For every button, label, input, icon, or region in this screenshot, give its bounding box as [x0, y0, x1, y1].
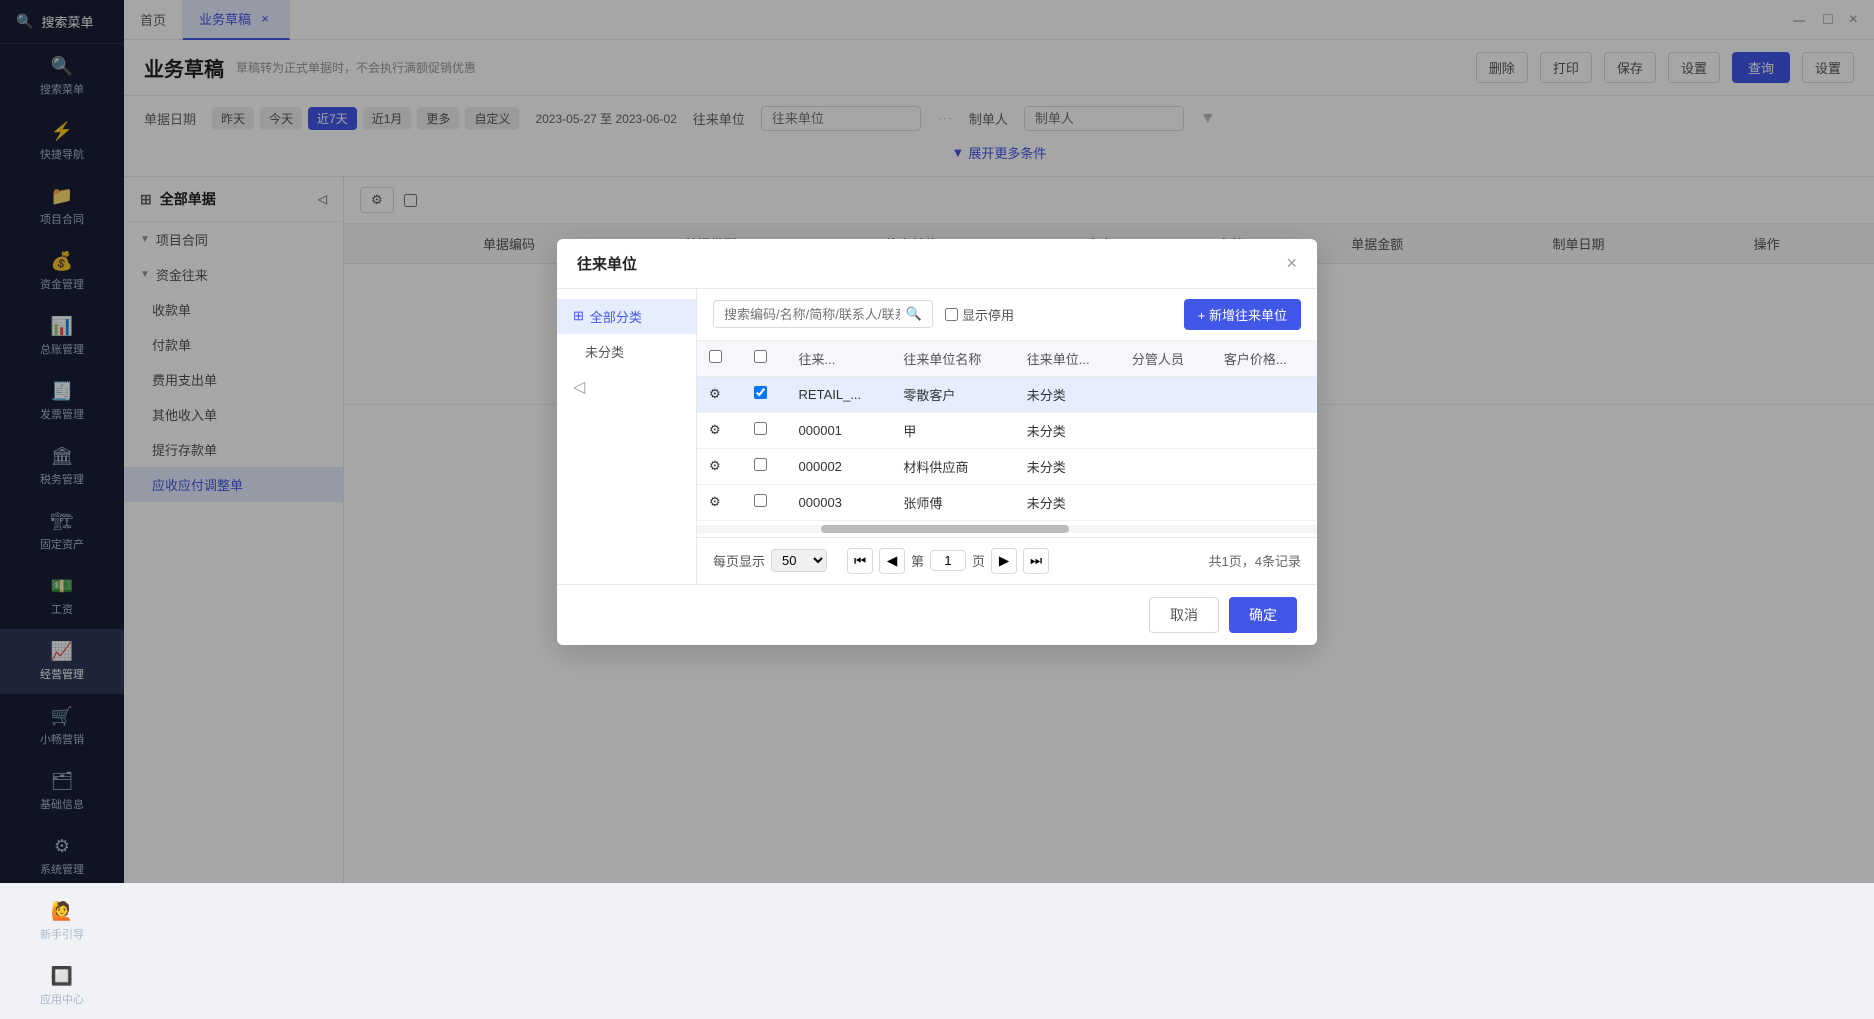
row-code: 000003 [787, 484, 892, 520]
sidebar-item-apps[interactable]: 🔲 应用中心 [0, 954, 124, 1019]
row-checkbox[interactable] [742, 376, 787, 412]
dialog-col-: 往来单位名称 [891, 341, 1014, 377]
show-disabled-label: 显示停用 [945, 305, 1014, 324]
pagination-controls: ⏮ ◀ 第 页 ▶ ⏭ [847, 548, 1049, 574]
row-category: 未分类 [1015, 448, 1120, 484]
counterpart-dialog: 往来单位 × ⊞ 全部分类 未分类 ◁ [557, 239, 1317, 645]
row-code: 000001 [787, 412, 892, 448]
next-page-btn[interactable]: ▶ [991, 548, 1017, 574]
dialog-col- [742, 341, 787, 377]
row-price [1212, 376, 1317, 412]
modal-overlay: 往来单位 × ⊞ 全部分类 未分类 ◁ [0, 0, 1874, 883]
total-records: 共1页，4条记录 [1209, 551, 1301, 570]
dialog-search-icon: 🔍 [906, 306, 922, 322]
row-category: 未分类 [1015, 376, 1120, 412]
row-category: 未分类 [1015, 484, 1120, 520]
row-checkbox[interactable] [742, 484, 787, 520]
dialog-main: 🔍 显示停用 + 新增往来单位 往来...往来单位名称往来单位...分管人员客户… [697, 289, 1317, 584]
per-page-label: 每页显示 [713, 551, 765, 570]
sidebar-item-label-guide: 新手引导 [40, 926, 84, 942]
row-category: 未分类 [1015, 412, 1120, 448]
dialog-header: 往来单位 × [557, 239, 1317, 289]
row-settings: ⚙ [697, 484, 742, 520]
dialog-col-: 分管人员 [1120, 341, 1212, 377]
dialog-table-row[interactable]: ⚙ 000003 张师傅 未分类 [697, 484, 1317, 520]
dialog-col- [697, 341, 742, 377]
row-code: RETAIL_... [787, 376, 892, 412]
dialog-title: 往来单位 [577, 253, 637, 274]
row-price [1212, 448, 1317, 484]
dialog-table-row[interactable]: ⚙ 000001 甲 未分类 [697, 412, 1317, 448]
cancel-btn[interactable]: 取消 [1149, 597, 1219, 633]
dialog-col-: 往来单位... [1015, 341, 1120, 377]
dialog-table-row[interactable]: ⚙ RETAIL_... 零散客户 未分类 [697, 376, 1317, 412]
sidebar-item-guide[interactable]: 🙋 新手引导 [0, 889, 124, 954]
dialog-close-btn[interactable]: × [1286, 253, 1297, 274]
last-page-btn[interactable]: ⏭ [1023, 548, 1049, 574]
row-settings: ⚙ [697, 448, 742, 484]
row-checkbox[interactable] [742, 412, 787, 448]
row-name: 零散客户 [891, 376, 1014, 412]
all-icon: ⊞ [573, 308, 584, 324]
apps-icon: 🔲 [51, 966, 73, 987]
dialog-body: ⊞ 全部分类 未分类 ◁ 🔍 显示停用 [557, 289, 1317, 584]
row-manager [1120, 484, 1212, 520]
dialog-table-wrap: 往来...往来单位名称往来单位...分管人员客户价格... ⚙ RETAIL_.… [697, 341, 1317, 521]
dialog-select-all[interactable] [754, 350, 767, 363]
page-label: 第 [911, 551, 924, 570]
dialog-table-header: 往来...往来单位名称往来单位...分管人员客户价格... [697, 341, 1317, 377]
dialog-table: 往来...往来单位名称往来单位...分管人员客户价格... ⚙ RETAIL_.… [697, 341, 1317, 521]
dialog-select-all[interactable] [709, 350, 722, 363]
dialog-action-buttons: 取消 确定 [557, 584, 1317, 645]
dialog-col-: 往来... [787, 341, 892, 377]
dialog-sidebar-item-uncategorized: 未分类 [557, 334, 696, 369]
guide-icon: 🙋 [51, 901, 73, 922]
page-suffix: 页 [972, 551, 985, 570]
first-page-btn[interactable]: ⏮ [847, 548, 873, 574]
row-settings: ⚙ [697, 412, 742, 448]
row-name: 张师傅 [891, 484, 1014, 520]
collapse-sidebar-btn[interactable]: ◁ [557, 369, 696, 405]
row-code: 000002 [787, 448, 892, 484]
prev-page-btn[interactable]: ◀ [879, 548, 905, 574]
dialog-scrollbar-thumb [821, 525, 1069, 533]
dialog-search-input[interactable] [724, 307, 900, 322]
dialog-scrollbar[interactable] [697, 525, 1317, 533]
row-manager [1120, 412, 1212, 448]
dialog-sidebar-item-all[interactable]: ⊞ 全部分类 [557, 299, 696, 334]
dialog-search-box: 🔍 [713, 300, 933, 328]
per-page-selector: 每页显示 50 100 [713, 549, 827, 572]
dialog-col-: 客户价格... [1212, 341, 1317, 377]
row-settings: ⚙ [697, 376, 742, 412]
dialog-sidebar-all-label: 全部分类 [590, 307, 642, 326]
per-page-select[interactable]: 50 100 [771, 549, 827, 572]
page-input[interactable] [930, 550, 966, 571]
show-disabled-text: 显示停用 [962, 305, 1014, 324]
dialog-footer: 每页显示 50 100 ⏮ ◀ 第 页 ▶ ⏭ [697, 537, 1317, 584]
dialog-sidebar-uncategorized-label: 未分类 [585, 342, 624, 361]
row-name: 甲 [891, 412, 1014, 448]
confirm-btn[interactable]: 确定 [1229, 597, 1297, 633]
row-manager [1120, 448, 1212, 484]
dialog-table-row[interactable]: ⚙ 000002 材料供应商 未分类 [697, 448, 1317, 484]
row-manager [1120, 376, 1212, 412]
row-price [1212, 484, 1317, 520]
dialog-toolbar: 🔍 显示停用 + 新增往来单位 [697, 289, 1317, 341]
show-disabled-checkbox[interactable] [945, 308, 958, 321]
sidebar-item-label-apps: 应用中心 [40, 991, 84, 1007]
add-counterpart-btn[interactable]: + 新增往来单位 [1184, 299, 1301, 330]
row-checkbox[interactable] [742, 448, 787, 484]
row-price [1212, 412, 1317, 448]
row-name: 材料供应商 [891, 448, 1014, 484]
dialog-table-body: ⚙ RETAIL_... 零散客户 未分类 ⚙ 000001 甲 未分类 ⚙ 0… [697, 376, 1317, 520]
dialog-sidebar: ⊞ 全部分类 未分类 ◁ [557, 289, 697, 584]
